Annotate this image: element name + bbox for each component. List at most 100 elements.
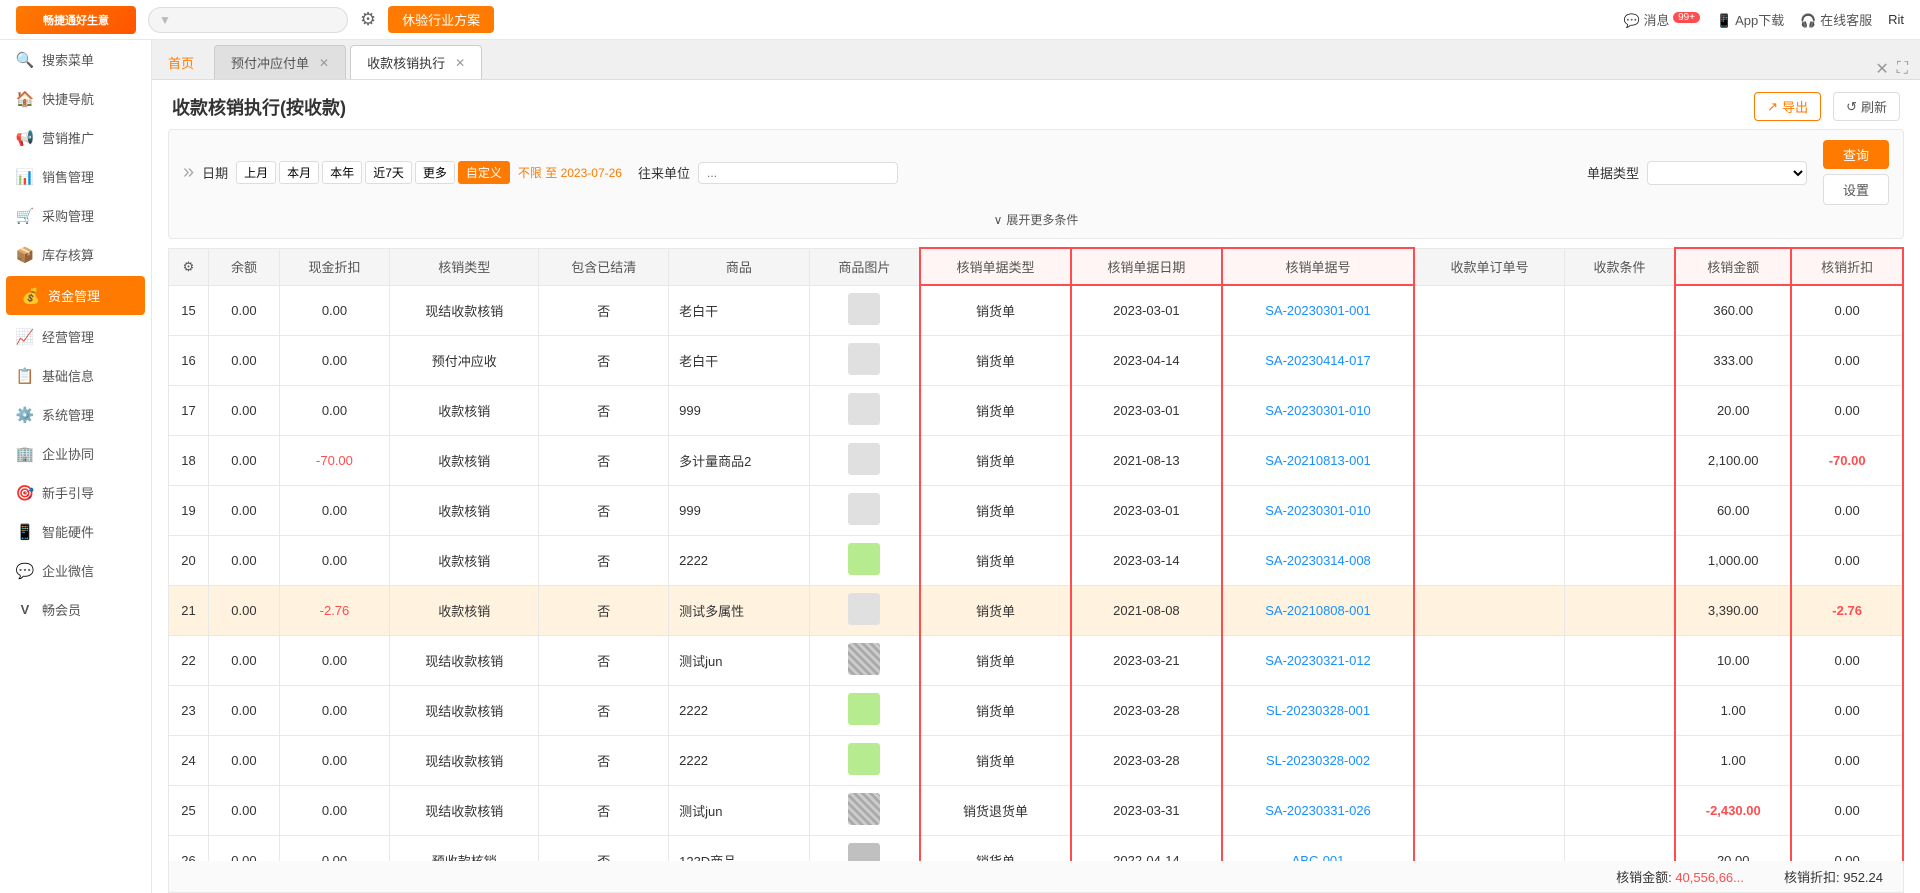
date-btn-7days[interactable]: 近7天 — [365, 161, 412, 184]
cell-pay-cond — [1564, 585, 1675, 635]
cell-doc-no[interactable]: SA-20210808-001 — [1222, 585, 1414, 635]
tab-home[interactable]: 首页 — [152, 45, 210, 79]
cell-thumb — [809, 835, 920, 861]
date-label: 日期 — [202, 163, 228, 182]
cell-doc-no[interactable]: SL-20230328-001 — [1222, 685, 1414, 735]
col-header-gear[interactable]: ⚙ — [169, 248, 209, 285]
doc-no-link[interactable]: ABC-001 — [1292, 853, 1345, 862]
doc-no-link[interactable]: SA-20230321-012 — [1265, 653, 1371, 668]
table-container[interactable]: ⚙ 余额 现金折扣 核销类型 包含已结清 商品 商品图片 核销单据类型 核销单据… — [168, 247, 1904, 861]
date-btn-this-month[interactable]: 本月 — [279, 161, 319, 184]
doc-no-link[interactable]: SA-20230301-010 — [1265, 403, 1371, 418]
cell-no: 15 — [169, 285, 209, 335]
date-btn-last-month[interactable]: 上月 — [236, 161, 276, 184]
cell-discount: 0.00 — [1791, 385, 1903, 435]
export-button[interactable]: ↗ 导出 — [1754, 92, 1821, 121]
doc-no-link[interactable]: SL-20230328-001 — [1266, 703, 1370, 718]
sidebar-item-search-menu[interactable]: 🔍 搜索菜单 — [0, 40, 151, 79]
cell-doc-no[interactable]: SA-20210813-001 — [1222, 435, 1414, 485]
sidebar-item-quick-nav[interactable]: 🏠 快捷导航 — [0, 79, 151, 118]
sidebar-item-corp[interactable]: 🏢 企业协同 — [0, 434, 151, 473]
refresh-button[interactable]: ↺ 刷新 — [1833, 92, 1900, 121]
window-close-icon[interactable]: ✕ — [1875, 59, 1888, 79]
cell-doc-no[interactable]: SA-20230414-017 — [1222, 335, 1414, 385]
cell-doc-no[interactable]: SA-20230301-010 — [1222, 485, 1414, 535]
cell-doc-no[interactable]: SA-20230301-001 — [1222, 285, 1414, 335]
sidebar-item-system[interactable]: ⚙️ 系统管理 — [0, 395, 151, 434]
cell-order-no — [1414, 485, 1564, 535]
sidebar-item-hardware[interactable]: 📱 智能硬件 — [0, 512, 151, 551]
global-search[interactable]: ▼ — [148, 7, 348, 33]
cell-order-no — [1414, 285, 1564, 335]
doc-type-label: 单据类型 — [1587, 163, 1639, 182]
tab-prepay-close[interactable]: ✕ — [319, 56, 329, 70]
tab-prepay[interactable]: 预付冲应付单 ✕ — [214, 45, 346, 79]
export-icon: ↗ — [1767, 99, 1778, 115]
gear-icon[interactable]: ⚙ — [360, 9, 376, 30]
basic-info-icon: 📋 — [16, 367, 34, 385]
sidebar-item-label: 新手引导 — [42, 483, 94, 502]
cell-thumb — [809, 485, 920, 535]
date-range-display: 不限 至 2023-07-26 — [518, 164, 622, 181]
filter-collapse-btn[interactable]: » — [183, 161, 194, 184]
counterpart-input[interactable] — [698, 162, 898, 184]
app-download-btn[interactable]: 📱 App下载 — [1716, 10, 1784, 29]
cell-verify-type: 收款核销 — [390, 385, 539, 435]
cell-doc-no[interactable]: ABC-001 — [1222, 835, 1414, 861]
cell-no: 16 — [169, 335, 209, 385]
cell-doc-no[interactable]: SL-20230328-002 — [1222, 735, 1414, 785]
hardware-icon: 📱 — [16, 523, 34, 541]
cell-doc-no[interactable]: SA-20230321-012 — [1222, 635, 1414, 685]
doc-no-link[interactable]: SA-20230331-026 — [1265, 803, 1371, 818]
expand-more-btn[interactable]: ∨ 展开更多条件 — [994, 211, 1079, 228]
doc-no-link[interactable]: SA-20210813-001 — [1265, 453, 1371, 468]
cell-doc-no[interactable]: SA-20230314-008 — [1222, 535, 1414, 585]
member-icon: V — [16, 601, 34, 619]
business-icon: 📈 — [16, 328, 34, 346]
marketing-icon: 📢 — [16, 129, 34, 147]
cell-doc-date: 2023-03-21 — [1071, 635, 1222, 685]
sidebar-item-sales[interactable]: 📊 销售管理 — [0, 157, 151, 196]
date-btn-this-year[interactable]: 本年 — [322, 161, 362, 184]
sidebar-item-inventory[interactable]: 📦 库存核算 — [0, 235, 151, 274]
setting-button[interactable]: 设置 — [1823, 174, 1889, 205]
query-button[interactable]: 查询 — [1823, 140, 1889, 169]
sidebar-item-marketing[interactable]: 📢 营销推广 — [0, 118, 151, 157]
doc-no-link[interactable]: SA-20230314-008 — [1265, 553, 1371, 568]
doc-no-link[interactable]: SA-20230301-001 — [1265, 303, 1371, 318]
doc-no-link[interactable]: SA-20230414-017 — [1265, 353, 1371, 368]
sidebar-item-finance[interactable]: 💰 资金管理 — [6, 276, 145, 315]
solution-btn[interactable]: 休验行业方案 — [388, 6, 494, 33]
date-btn-custom[interactable]: 自定义 — [458, 161, 510, 184]
cell-cash-discount: 0.00 — [279, 385, 389, 435]
sidebar-item-purchase[interactable]: 🛒 采购管理 — [0, 196, 151, 235]
cell-goods: 2222 — [669, 685, 810, 735]
main-area: 首页 预付冲应付单 ✕ 收款核销执行 ✕ ✕ ⛶ 收款核销执行(按收款) ↗ — [152, 40, 1920, 893]
sidebar-item-wechat[interactable]: 💬 企业微信 — [0, 551, 151, 590]
sidebar-item-guide[interactable]: 🎯 新手引导 — [0, 473, 151, 512]
doc-type-select[interactable] — [1647, 161, 1807, 185]
cell-doc-no[interactable]: SA-20230301-010 — [1222, 385, 1414, 435]
cell-included: 否 — [539, 335, 669, 385]
sidebar-item-business[interactable]: 📈 经营管理 — [0, 317, 151, 356]
cell-amount: 1.00 — [1675, 735, 1791, 785]
cell-doc-no[interactable]: SA-20230331-026 — [1222, 785, 1414, 835]
doc-no-link[interactable]: SA-20210808-001 — [1265, 603, 1371, 618]
tab-prepay-label: 预付冲应付单 — [231, 53, 309, 72]
window-expand-icon[interactable]: ⛶ — [1897, 60, 1908, 78]
doc-no-link[interactable]: SA-20230301-010 — [1265, 503, 1371, 518]
sidebar-item-member[interactable]: V 畅会员 — [0, 590, 151, 629]
cell-cash-discount: 0.00 — [279, 835, 389, 861]
message-btn[interactable]: 💬 消息 99+ — [1624, 10, 1700, 29]
cell-doc-date: 2023-03-28 — [1071, 735, 1222, 785]
sidebar-item-label: 资金管理 — [48, 286, 100, 305]
query-section: 查询 设置 — [1823, 140, 1889, 205]
sidebar-item-basic-info[interactable]: 📋 基础信息 — [0, 356, 151, 395]
col-header-amount: 核销金额 — [1675, 248, 1791, 285]
date-btn-more[interactable]: 更多 — [415, 161, 455, 184]
tab-receipt-verify[interactable]: 收款核销执行 ✕ — [350, 45, 482, 79]
cell-balance: 0.00 — [209, 335, 280, 385]
doc-no-link[interactable]: SL-20230328-002 — [1266, 753, 1370, 768]
online-service-btn[interactable]: 🎧 在线客服 — [1800, 10, 1872, 29]
tab-receipt-verify-close[interactable]: ✕ — [455, 56, 465, 70]
